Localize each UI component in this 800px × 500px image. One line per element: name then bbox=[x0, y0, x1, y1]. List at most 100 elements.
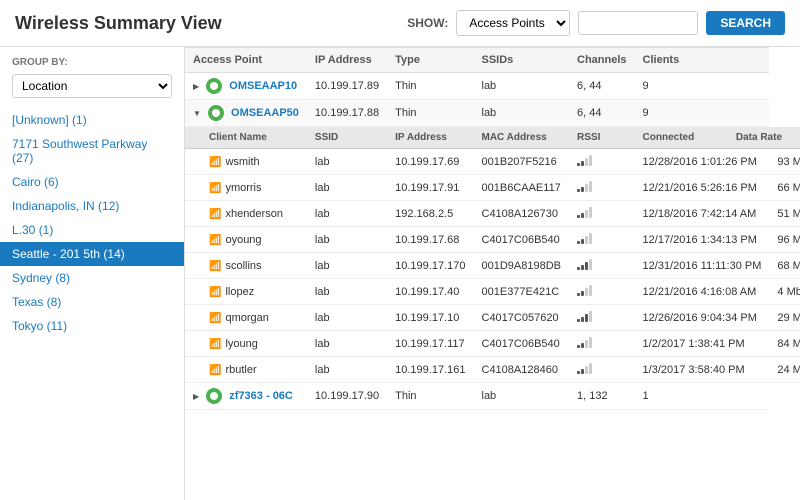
client-name: 📶xhenderson bbox=[185, 201, 307, 227]
ap-ip: 10.199.17.90 bbox=[307, 383, 387, 410]
col-type: Type bbox=[387, 48, 473, 73]
col-channels: Channels bbox=[569, 48, 635, 73]
client-mac: C4017C057620 bbox=[474, 305, 570, 331]
table-row: 📶scollins lab 10.199.17.170 001D9A8198DB… bbox=[185, 253, 800, 279]
ap-name[interactable]: OMSEAAP10 bbox=[229, 80, 297, 92]
client-ssid: lab bbox=[307, 331, 387, 357]
sidebar-item-sydney[interactable]: Sydney (8) bbox=[0, 266, 184, 290]
search-button[interactable]: SEARCH bbox=[706, 11, 785, 35]
table-row: 📶lyoung lab 10.199.17.117 C4017C06B540 1… bbox=[185, 331, 800, 357]
ap-type: Thin bbox=[387, 100, 473, 127]
signal-bars bbox=[577, 362, 592, 374]
client-ssid: lab bbox=[307, 305, 387, 331]
expand-icon[interactable] bbox=[193, 108, 201, 119]
sidebar-item-indianapolis[interactable]: Indianapolis, IN (12) bbox=[0, 194, 184, 218]
sub-col-ip: IP Address bbox=[387, 127, 473, 149]
client-mac: 001E377E421C bbox=[474, 279, 570, 305]
client-mac: C4108A126730 bbox=[474, 201, 570, 227]
table-row: 📶qmorgan lab 10.199.17.10 C4017C057620 1… bbox=[185, 305, 800, 331]
sidebar-item-cairo[interactable]: Cairo (6) bbox=[0, 170, 184, 194]
ap-name[interactable]: OMSEAAP50 bbox=[231, 107, 299, 119]
client-connected: 12/31/2016 11:11:30 PM bbox=[635, 253, 770, 279]
client-ip: 10.199.17.68 bbox=[387, 227, 473, 253]
sidebar-item-7171[interactable]: 7171 Southwest Parkway (27) bbox=[0, 132, 184, 170]
table-row: OMSEAAP10 10.199.17.89 Thin lab 6, 44 9 bbox=[185, 73, 800, 100]
table-row: 📶rbutler lab 10.199.17.161 C4108A128460 … bbox=[185, 357, 800, 383]
sidebar-item-l30[interactable]: L.30 (1) bbox=[0, 218, 184, 242]
client-mac: C4017C06B540 bbox=[474, 331, 570, 357]
ap-channels: 1, 132 bbox=[569, 383, 635, 410]
signal-bars bbox=[577, 336, 592, 348]
expand-icon[interactable] bbox=[193, 81, 199, 92]
client-name: 📶ymorris bbox=[185, 175, 307, 201]
ap-ip: 10.199.17.89 bbox=[307, 73, 387, 100]
ap-ssids: lab bbox=[474, 383, 570, 410]
sidebar-group-label: GROUP BY: bbox=[0, 57, 184, 70]
client-connected: 12/18/2016 7:42:14 AM bbox=[635, 201, 770, 227]
ap-ip: 10.199.17.88 bbox=[307, 100, 387, 127]
client-ssid: lab bbox=[307, 201, 387, 227]
search-input[interactable] bbox=[578, 11, 698, 35]
show-select[interactable]: Access Points Clients SSIDs bbox=[456, 10, 570, 36]
client-connected: 12/28/2016 1:01:26 PM bbox=[635, 149, 770, 175]
sub-col-connected: Connected Data Rate bbox=[635, 127, 800, 149]
table-header-row: Access Point IP Address Type SSIDs Chann… bbox=[185, 48, 800, 73]
signal-bars bbox=[577, 154, 592, 166]
client-rssi bbox=[569, 279, 635, 305]
client-ip: 10.199.17.91 bbox=[387, 175, 473, 201]
client-rate: 4 Mbps bbox=[769, 279, 800, 305]
ap-channels: 6, 44 bbox=[569, 100, 635, 127]
client-ssid: lab bbox=[307, 227, 387, 253]
sidebar-item-texas[interactable]: Texas (8) bbox=[0, 290, 184, 314]
client-rssi bbox=[569, 357, 635, 383]
client-mac: 001B207F5216 bbox=[474, 149, 570, 175]
sidebar-item-tokyo[interactable]: Tokyo (11) bbox=[0, 314, 184, 338]
ap-clients: 9 bbox=[635, 73, 770, 100]
client-ip: 10.199.17.69 bbox=[387, 149, 473, 175]
client-ssid: lab bbox=[307, 279, 387, 305]
sidebar-item-unknown[interactable]: [Unknown] (1) bbox=[0, 108, 184, 132]
client-rssi bbox=[569, 253, 635, 279]
header-controls: SHOW: Access Points Clients SSIDs SEARCH bbox=[407, 10, 785, 36]
client-rssi bbox=[569, 305, 635, 331]
client-connected: 12/21/2016 4:16:08 AM bbox=[635, 279, 770, 305]
client-rate: 66 Mbps bbox=[769, 175, 800, 201]
client-rssi bbox=[569, 149, 635, 175]
sub-col-name: Client Name bbox=[185, 127, 307, 149]
client-ssid: lab bbox=[307, 175, 387, 201]
table-row: 📶wsmith lab 10.199.17.69 001B207F5216 12… bbox=[185, 149, 800, 175]
signal-bars bbox=[577, 180, 592, 192]
ap-clients: 1 bbox=[635, 383, 770, 410]
app-container: Wireless Summary View SHOW: Access Point… bbox=[0, 0, 800, 500]
client-mac: C4108A128460 bbox=[474, 357, 570, 383]
client-rate: 93 Mbps bbox=[769, 149, 800, 175]
ap-status-icon bbox=[206, 78, 222, 94]
ap-cell: OMSEAAP10 bbox=[185, 73, 307, 100]
main-table: Access Point IP Address Type SSIDs Chann… bbox=[185, 47, 800, 410]
ap-clients: 9 bbox=[635, 100, 770, 127]
client-rate: 29 Mbps bbox=[769, 305, 800, 331]
client-ip: 192.168.2.5 bbox=[387, 201, 473, 227]
client-ip: 10.199.17.170 bbox=[387, 253, 473, 279]
ap-status-icon bbox=[208, 105, 224, 121]
sidebar-item-seattle[interactable]: Seattle - 201 5th (14) bbox=[0, 242, 184, 266]
client-name: 📶lyoung bbox=[185, 331, 307, 357]
client-ssid: lab bbox=[307, 149, 387, 175]
table-row: zf7363 - 06C 10.199.17.90 Thin lab 1, 13… bbox=[185, 383, 800, 410]
table-row: 📶llopez lab 10.199.17.40 001E377E421C 12… bbox=[185, 279, 800, 305]
client-ip: 10.199.17.10 bbox=[387, 305, 473, 331]
col-access-point: Access Point bbox=[185, 48, 307, 73]
client-rate: 24 Mbps bbox=[769, 357, 800, 383]
client-name: 📶oyoung bbox=[185, 227, 307, 253]
header: Wireless Summary View SHOW: Access Point… bbox=[0, 0, 800, 47]
sidebar-location-select[interactable]: Location bbox=[12, 74, 172, 98]
ap-name[interactable]: zf7363 - 06C bbox=[229, 390, 293, 402]
client-connected: 12/21/2016 5:26:16 PM bbox=[635, 175, 770, 201]
expand-icon[interactable] bbox=[193, 391, 199, 402]
col-ssids: SSIDs bbox=[474, 48, 570, 73]
col-clients: Clients bbox=[635, 48, 770, 73]
table-row: 📶xhenderson lab 192.168.2.5 C4108A126730… bbox=[185, 201, 800, 227]
ap-ssids: lab bbox=[474, 73, 570, 100]
page-title: Wireless Summary View bbox=[15, 13, 407, 34]
client-name: 📶rbutler bbox=[185, 357, 307, 383]
